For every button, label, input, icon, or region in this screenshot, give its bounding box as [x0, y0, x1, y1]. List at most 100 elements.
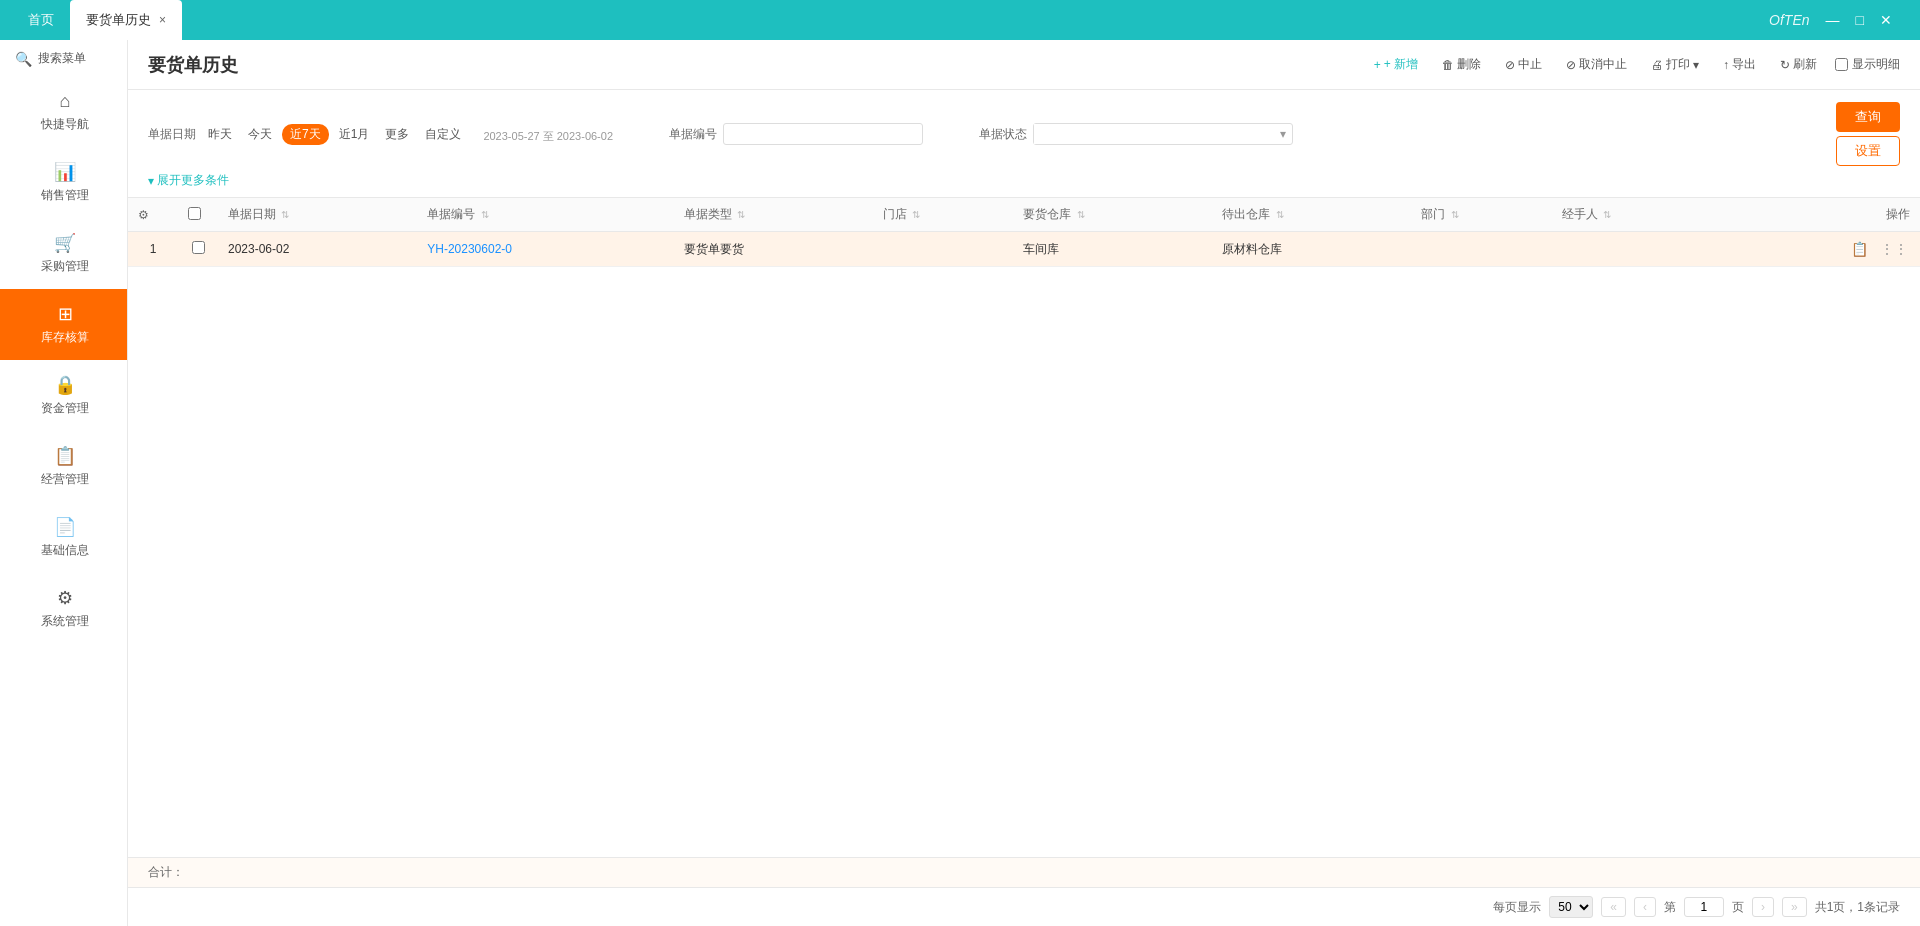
sidebar-label-system: 系统管理 — [41, 613, 89, 630]
row-check[interactable] — [178, 232, 218, 267]
date-btn-more[interactable]: 更多 — [379, 124, 415, 145]
col-pending-warehouse: 待出仓库 ⇅ — [1212, 198, 1411, 232]
sidebar-item-operation[interactable]: 📋 经营管理 — [0, 431, 127, 502]
print-label: 打印 — [1666, 56, 1690, 73]
sidebar-item-basic[interactable]: 📄 基础信息 — [0, 502, 127, 573]
pagination-first[interactable]: « — [1601, 897, 1626, 917]
order-no-input[interactable] — [723, 123, 923, 145]
sidebar-label-purchase: 采购管理 — [41, 258, 89, 275]
col-handler: 经手人 ⇅ — [1552, 198, 1722, 232]
stop-button[interactable]: ⊘ 中止 — [1499, 52, 1548, 77]
sidebar-item-sales[interactable]: 📊 销售管理 — [0, 147, 127, 218]
content-area: 要货单历史 + + 新增 🗑 删除 ⊘ 中止 ⊘ 取消中止 — [128, 40, 1920, 926]
sort-date[interactable]: ⇅ — [281, 209, 289, 220]
sidebar-label-operation: 经营管理 — [41, 471, 89, 488]
export-button[interactable]: ↑ 导出 — [1717, 52, 1762, 77]
col-date: 单据日期 ⇅ — [218, 198, 417, 232]
date-btn-custom[interactable]: 自定义 — [419, 124, 467, 145]
page-title: 要货单历史 — [148, 53, 238, 77]
page-prefix: 第 — [1664, 899, 1676, 916]
maximize-btn[interactable]: □ — [1856, 12, 1864, 28]
row-type: 要货单要货 — [674, 232, 873, 267]
row-checkbox[interactable] — [192, 241, 205, 254]
filter-row: 单据日期 昨天 今天 近7天 近1月 更多 自定义 2023-05-27 至 2… — [148, 102, 1900, 166]
filter-actions: 查询 设置 — [1836, 102, 1900, 166]
pagination-last[interactable]: » — [1782, 897, 1807, 917]
query-button[interactable]: 查询 — [1836, 102, 1900, 132]
tab-active[interactable]: 要货单历史 × — [70, 0, 182, 40]
add-button[interactable]: + + 新增 — [1368, 52, 1424, 77]
expand-more[interactable]: ▾ 展开更多条件 — [148, 172, 1900, 189]
print-button[interactable]: 🖨 打印 ▾ — [1645, 52, 1705, 77]
filter-settings-button[interactable]: 设置 — [1836, 136, 1900, 166]
sidebar-label-basic: 基础信息 — [41, 542, 89, 559]
tab-close-icon[interactable]: × — [159, 13, 166, 27]
sort-shop[interactable]: ⇅ — [912, 209, 920, 220]
row-pending-warehouse: 原材料仓库 — [1212, 232, 1411, 267]
sidebar-item-purchase[interactable]: 🛒 采购管理 — [0, 218, 127, 289]
col-shop: 门店 ⇅ — [873, 198, 1013, 232]
row-handler — [1552, 232, 1722, 267]
date-btn-today[interactable]: 今天 — [242, 124, 278, 145]
order-no-filter: 单据编号 — [669, 123, 923, 145]
date-range: 2023-05-27 至 2023-06-02 — [483, 129, 613, 144]
pagination-total: 共1页，1条记录 — [1815, 899, 1900, 916]
status-select[interactable]: ▾ — [1033, 123, 1293, 145]
footer-summary: 合计： — [128, 857, 1920, 887]
status-arrow[interactable]: ▾ — [1274, 127, 1292, 141]
status-filter: 单据状态 ▾ — [979, 123, 1293, 145]
page-header: 要货单历史 + + 新增 🗑 删除 ⊘ 中止 ⊘ 取消中止 — [128, 40, 1920, 90]
close-window-btn[interactable]: ✕ — [1880, 12, 1892, 28]
sidebar-item-system[interactable]: ⚙ 系统管理 — [0, 573, 127, 644]
pagination: 每页显示 50 « ‹ 第 页 › » 共1页，1条记录 — [128, 887, 1920, 926]
status-label: 单据状态 — [979, 126, 1027, 143]
date-btn-yesterday[interactable]: 昨天 — [202, 124, 238, 145]
date-btn-7days[interactable]: 近7天 — [282, 124, 329, 145]
sort-req-warehouse[interactable]: ⇅ — [1077, 209, 1085, 220]
sidebar-search[interactable]: 🔍 搜索菜单 — [0, 40, 127, 77]
sort-dept[interactable]: ⇅ — [1451, 209, 1459, 220]
display-detail-toggle[interactable]: 显示明细 — [1835, 56, 1900, 73]
pagination-prev[interactable]: ‹ — [1634, 897, 1656, 917]
row-no: YH-20230602-0 — [417, 232, 673, 267]
add-icon: + — [1374, 58, 1381, 72]
cancel-stop-button[interactable]: ⊘ 取消中止 — [1560, 52, 1633, 77]
sort-no[interactable]: ⇅ — [481, 209, 489, 220]
status-input[interactable] — [1034, 124, 1274, 144]
sidebar-item-inventory[interactable]: ⊞ 库存核算 — [0, 289, 127, 360]
check-all[interactable] — [188, 207, 201, 220]
row-shop — [873, 232, 1013, 267]
row-action-edit[interactable]: 📋 — [1849, 239, 1870, 259]
sidebar-item-quick-nav[interactable]: ⌂ 快捷导航 — [0, 77, 127, 147]
date-btn-1month[interactable]: 近1月 — [333, 124, 376, 145]
col-check-header[interactable] — [178, 198, 218, 232]
delete-icon: 🗑 — [1442, 58, 1454, 72]
settings-icon[interactable]: ⚙ — [138, 208, 149, 222]
col-settings[interactable]: ⚙ — [128, 198, 178, 232]
sort-pending-warehouse[interactable]: ⇅ — [1276, 209, 1284, 220]
delete-button[interactable]: 🗑 删除 — [1436, 52, 1487, 77]
sidebar-search-label: 搜索菜单 — [38, 50, 86, 67]
row-actions: 📋 ⋮⋮ — [1722, 232, 1920, 267]
print-icon: 🖨 — [1651, 58, 1663, 72]
refresh-button[interactable]: ↻ 刷新 — [1774, 52, 1823, 77]
display-detail-checkbox[interactable] — [1835, 58, 1848, 71]
top-bar: 首页 要货单历史 × OfTEn — □ ✕ — [0, 0, 1920, 40]
minimize-btn[interactable]: — — [1826, 12, 1840, 28]
inventory-icon: ⊞ — [58, 303, 73, 325]
display-detail-label: 显示明细 — [1852, 56, 1900, 73]
table-row[interactable]: 1 2023-06-02 YH-20230602-0 要货单要货 车间库 原材料… — [128, 232, 1920, 267]
sidebar-item-finance[interactable]: 🔒 资金管理 — [0, 360, 127, 431]
sort-handler[interactable]: ⇅ — [1603, 209, 1611, 220]
tab-home[interactable]: 首页 — [12, 0, 70, 40]
basic-icon: 📄 — [54, 516, 76, 538]
col-dept: 部门 ⇅ — [1411, 198, 1551, 232]
sort-type[interactable]: ⇅ — [737, 209, 745, 220]
row-no-link[interactable]: YH-20230602-0 — [427, 242, 512, 256]
per-page-select[interactable]: 50 — [1549, 896, 1593, 918]
pagination-next[interactable]: › — [1752, 897, 1774, 917]
page-input[interactable] — [1684, 897, 1724, 917]
row-action-more[interactable]: ⋮⋮ — [1878, 239, 1910, 259]
date-label: 单据日期 — [148, 126, 196, 143]
col-req-warehouse: 要货仓库 ⇅ — [1013, 198, 1212, 232]
